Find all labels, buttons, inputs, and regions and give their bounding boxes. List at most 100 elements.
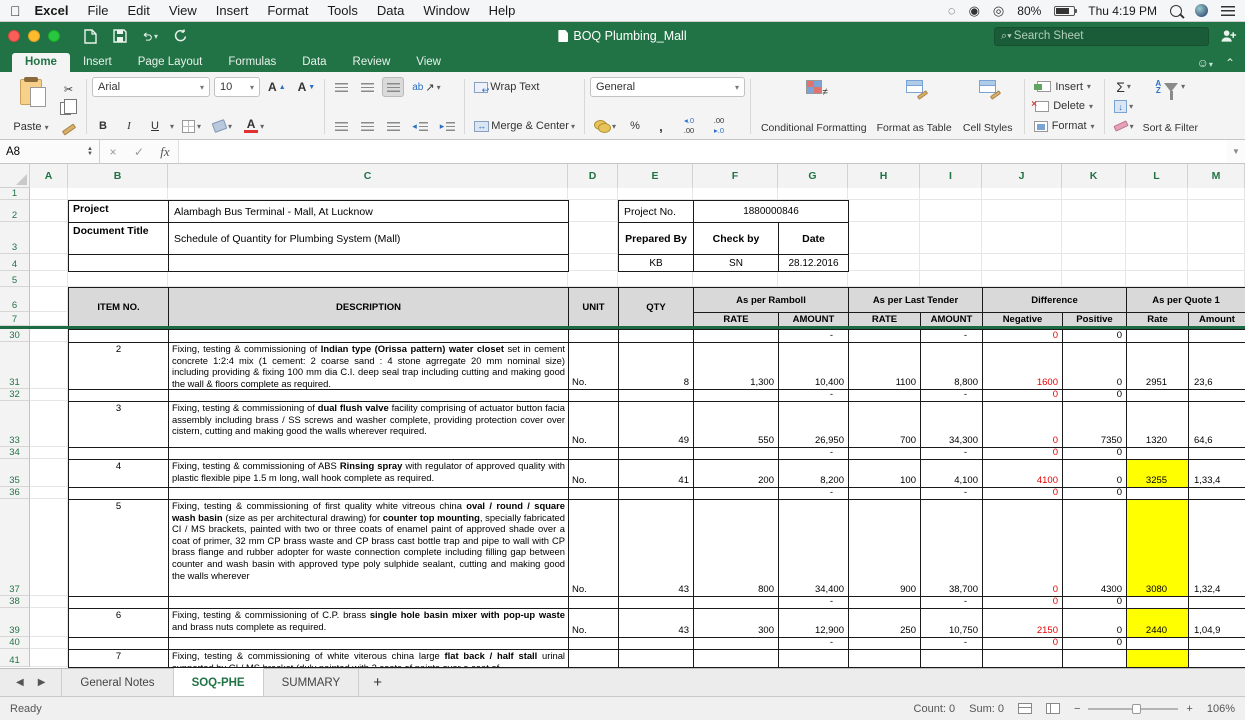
th-ramboll-rate[interactable]: RATE	[693, 312, 779, 327]
normal-view-icon[interactable]	[1018, 703, 1032, 714]
sync-menu-icon[interactable]: ◎	[993, 3, 1004, 19]
grid-cell[interactable]	[618, 188, 693, 200]
item-lt-amount-cell[interactable]: 8,800	[920, 342, 983, 390]
grid-cell[interactable]	[30, 254, 68, 271]
grid-cell[interactable]	[982, 188, 1062, 200]
item-q1-amount-cell[interactable]	[1188, 649, 1245, 668]
grid-cell[interactable]	[30, 389, 68, 401]
grid-cell[interactable]	[1126, 254, 1188, 271]
th-positive[interactable]: Positive	[1062, 312, 1127, 327]
grid-cell[interactable]	[1188, 188, 1245, 200]
grid-cell[interactable]	[30, 487, 68, 499]
item-lt-amount-cell[interactable]: 4,100	[920, 459, 983, 488]
cell-check-by[interactable]: SN	[693, 254, 779, 272]
grid-cell[interactable]	[30, 637, 68, 649]
item-q1-rate-cell[interactable]: 2951	[1126, 342, 1189, 390]
search-sheet-box[interactable]: ⌕▾	[994, 27, 1209, 46]
row-header-3[interactable]: 3	[0, 222, 30, 254]
spacer-positive[interactable]: 0	[1062, 329, 1127, 343]
grid-cell[interactable]	[1188, 222, 1245, 254]
spacer-negative[interactable]: 0	[982, 329, 1063, 343]
row-header-1[interactable]: 1	[0, 188, 30, 200]
row-header-36[interactable]: 36	[0, 487, 30, 499]
menu-tools[interactable]: Tools	[327, 3, 357, 18]
name-box-stepper[interactable]: ▲▼	[87, 147, 93, 157]
cell-date[interactable]: 28.12.2016	[778, 254, 849, 272]
spacer-cell[interactable]	[168, 329, 569, 343]
row-header-37[interactable]: 37	[0, 499, 30, 596]
item-lt-rate-cell[interactable]	[848, 649, 921, 668]
grid-cell[interactable]	[30, 499, 68, 596]
th-ramboll[interactable]: As per Ramboll	[693, 287, 849, 313]
grid-cell[interactable]	[30, 200, 68, 222]
item-q1-amount-cell[interactable]: 64,6	[1188, 401, 1245, 448]
grid-cell[interactable]	[1126, 200, 1188, 222]
cell-check-by-label[interactable]: Check by	[693, 222, 779, 255]
item-q1-amount-cell[interactable]: 1,04,9	[1188, 608, 1245, 638]
item-lt-amount-cell[interactable]: 34,300	[920, 401, 983, 448]
item-lt-rate-cell[interactable]: 900	[848, 499, 921, 597]
item-positive-cell[interactable]: 4300	[1062, 499, 1127, 597]
item-ramboll-rate-cell[interactable]: 800	[693, 499, 779, 597]
ribbon-tab-data[interactable]: Data	[289, 53, 339, 72]
grid-cell[interactable]	[982, 222, 1062, 254]
decrease-decimal-button[interactable]: .00▸.0	[706, 116, 732, 136]
item-lt-amount-cell[interactable]: 10,750	[920, 608, 983, 638]
grid-cell[interactable]	[1188, 254, 1245, 271]
grid-cell[interactable]	[848, 271, 920, 287]
item-q1-rate-cell[interactable]: 3080	[1126, 499, 1189, 597]
grid-cell[interactable]	[68, 188, 168, 200]
grid-cell[interactable]	[920, 254, 982, 271]
item-description-cell[interactable]: Fixing, testing & commissioning of first…	[168, 499, 569, 597]
cancel-entry-button[interactable]: ×	[100, 140, 126, 163]
row-header-30[interactable]: 30	[0, 329, 30, 342]
th-description[interactable]: DESCRIPTION	[168, 287, 569, 327]
wrap-text-button[interactable]: Wrap Text	[470, 77, 579, 97]
col-header-H[interactable]: H	[848, 164, 920, 188]
save-button[interactable]	[112, 28, 128, 44]
item-negative-cell[interactable]: 2150	[982, 608, 1063, 638]
grid-cell[interactable]	[1126, 222, 1188, 254]
item-unit-cell[interactable]: No.	[568, 342, 619, 390]
grid-cell[interactable]	[568, 188, 618, 200]
item-qty-cell[interactable]: 43	[618, 608, 694, 638]
decrease-indent-button[interactable]: ◂	[408, 116, 432, 136]
item-positive-cell[interactable]: 0	[1062, 459, 1127, 488]
grid-cell[interactable]	[848, 254, 920, 271]
row-header-32[interactable]: 32	[0, 389, 30, 401]
menu-edit[interactable]: Edit	[127, 3, 149, 18]
increase-decimal-button[interactable]: ◂.0.00	[676, 116, 702, 136]
col-header-L[interactable]: L	[1126, 164, 1188, 188]
grid-cell[interactable]	[68, 271, 168, 287]
item-qty-cell[interactable]: 41	[618, 459, 694, 488]
cell-project-no-label[interactable]: Project No.	[618, 200, 694, 223]
th-q1-amount[interactable]: Amount	[1188, 312, 1245, 327]
grid-cell[interactable]	[1062, 254, 1126, 271]
item-ramboll-amount-cell[interactable]: 8,200	[778, 459, 849, 488]
sort-filter-button[interactable]: AZ ▾ Sort & Filter	[1138, 76, 1203, 137]
row-header-40[interactable]: 40	[0, 637, 30, 649]
menu-view[interactable]: View	[169, 3, 197, 18]
grid-cell[interactable]	[693, 188, 778, 200]
item-q1-rate-cell[interactable]: 1320	[1126, 401, 1189, 448]
row-header-33[interactable]: 33	[0, 401, 30, 447]
grid-cell[interactable]	[568, 222, 618, 254]
grid-cell[interactable]	[568, 200, 618, 222]
grid-cell[interactable]	[30, 287, 68, 312]
spacer-cell[interactable]	[68, 329, 169, 343]
grid-cell[interactable]	[30, 329, 68, 342]
row-header-38[interactable]: 38	[0, 596, 30, 608]
align-top-button[interactable]	[330, 77, 352, 97]
item-lt-rate-cell[interactable]: 700	[848, 401, 921, 448]
item-ramboll-rate-cell[interactable]: 200	[693, 459, 779, 488]
format-painter-button[interactable]	[56, 117, 81, 136]
fullscreen-window-button[interactable]	[48, 30, 60, 42]
row-header-2[interactable]: 2	[0, 200, 30, 222]
ribbon-tab-review[interactable]: Review	[340, 53, 404, 72]
ribbon-tab-insert[interactable]: Insert	[70, 53, 125, 72]
th-lt-amount[interactable]: AMOUNT	[920, 312, 983, 327]
item-ramboll-rate-cell[interactable]: 550	[693, 401, 779, 448]
delete-cells-button[interactable]: Delete▾	[1030, 97, 1099, 115]
item-no-cell[interactable]: 5	[68, 499, 169, 597]
th-difference[interactable]: Difference	[982, 287, 1127, 313]
